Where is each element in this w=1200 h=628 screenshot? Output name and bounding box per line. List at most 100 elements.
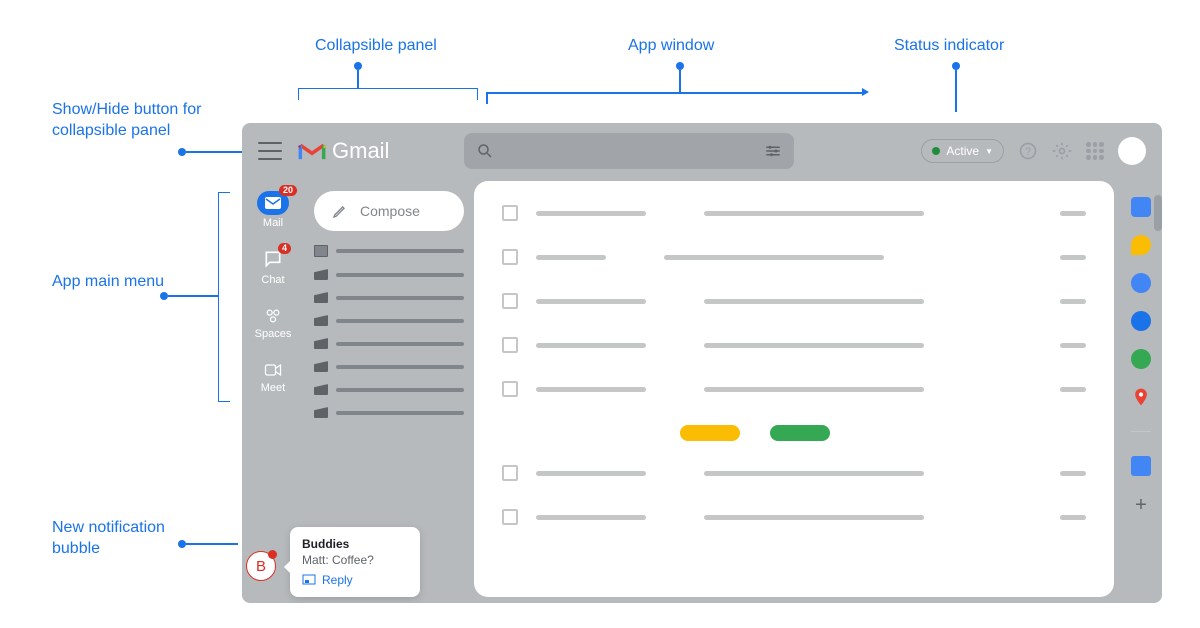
chat-badge: 4 bbox=[278, 243, 291, 254]
folder-inbox[interactable] bbox=[314, 245, 464, 257]
menu-meet[interactable]: Meet bbox=[261, 360, 285, 394]
divider bbox=[1131, 431, 1151, 432]
menu-chat[interactable]: 4 Chat bbox=[261, 249, 284, 286]
annotation-line bbox=[486, 92, 866, 94]
placeholder-line bbox=[536, 515, 646, 520]
folder-item[interactable] bbox=[314, 292, 464, 303]
folder-item[interactable] bbox=[314, 338, 464, 349]
folder-item[interactable] bbox=[314, 384, 464, 395]
addon-icon[interactable] bbox=[1131, 456, 1151, 476]
placeholder-line bbox=[704, 299, 924, 304]
label-icon bbox=[314, 407, 328, 418]
scrollbar[interactable] bbox=[1154, 195, 1162, 231]
label-chip[interactable] bbox=[770, 425, 830, 441]
logo[interactable]: Gmail bbox=[298, 138, 428, 164]
compose-button[interactable]: Compose bbox=[314, 191, 464, 231]
annotation-line bbox=[357, 70, 359, 88]
search-input[interactable] bbox=[464, 133, 794, 169]
avatar[interactable] bbox=[1118, 137, 1146, 165]
hamburger-icon[interactable] bbox=[258, 142, 282, 160]
mail-row[interactable] bbox=[502, 381, 1086, 397]
checkbox[interactable] bbox=[502, 205, 518, 221]
placeholder-line bbox=[336, 273, 464, 277]
help-icon[interactable]: ? bbox=[1018, 141, 1038, 161]
mail-row[interactable] bbox=[502, 337, 1086, 353]
apps-grid-icon[interactable] bbox=[1086, 142, 1104, 160]
status-indicator[interactable]: Active ▼ bbox=[921, 139, 1004, 163]
placeholder-line bbox=[536, 343, 646, 348]
annotation-line bbox=[955, 70, 957, 112]
chevron-down-icon: ▼ bbox=[985, 147, 993, 156]
chat-icon: 4 bbox=[263, 249, 283, 272]
voice-icon[interactable] bbox=[1131, 349, 1151, 369]
body: 20 Mail 4 Chat Spaces Meet B bbox=[242, 179, 1162, 603]
app-window: Gmail Active ▼ ? 20 Ma bbox=[242, 123, 1162, 603]
tasks-icon[interactable] bbox=[1131, 273, 1151, 293]
placeholder-line bbox=[536, 387, 646, 392]
placeholder-line bbox=[336, 365, 464, 369]
maps-icon[interactable] bbox=[1131, 387, 1151, 407]
annotation-collapsible: Collapsible panel bbox=[315, 36, 437, 57]
annotation-notif: New notification bubble bbox=[52, 518, 182, 560]
folder-item[interactable] bbox=[314, 361, 464, 372]
notification-dot-icon bbox=[268, 550, 277, 559]
annotation-mainmenu: App main menu bbox=[52, 272, 172, 293]
contacts-icon[interactable] bbox=[1131, 311, 1151, 331]
keep-icon[interactable] bbox=[1131, 235, 1151, 255]
placeholder-line bbox=[336, 319, 464, 323]
mail-row[interactable] bbox=[502, 249, 1086, 265]
label-chip[interactable] bbox=[680, 425, 740, 441]
mail-row[interactable] bbox=[502, 465, 1086, 481]
mail-row[interactable] bbox=[502, 205, 1086, 221]
avatar-initial: B bbox=[256, 558, 266, 575]
folder-item[interactable] bbox=[314, 407, 464, 418]
placeholder-line bbox=[336, 296, 464, 300]
menu-label: Meet bbox=[261, 382, 285, 394]
placeholder-line bbox=[664, 255, 884, 260]
checkbox[interactable] bbox=[502, 293, 518, 309]
search-icon bbox=[476, 142, 494, 160]
annotation-status: Status indicator bbox=[894, 36, 1004, 57]
menu-label: Mail bbox=[263, 217, 283, 229]
annotation-bracket bbox=[218, 192, 230, 402]
placeholder-line bbox=[536, 211, 646, 216]
annotation-line bbox=[186, 543, 238, 545]
placeholder-line bbox=[536, 299, 646, 304]
meet-icon bbox=[263, 360, 283, 380]
gear-icon[interactable] bbox=[1052, 141, 1072, 161]
annotation-dot bbox=[354, 62, 362, 70]
spaces-icon bbox=[263, 306, 283, 326]
label-icon bbox=[314, 315, 328, 326]
placeholder-line bbox=[704, 343, 924, 348]
menu-mail[interactable]: 20 Mail bbox=[257, 191, 289, 229]
checkbox[interactable] bbox=[502, 337, 518, 353]
add-icon[interactable]: + bbox=[1135, 494, 1147, 517]
annotation-bracket bbox=[298, 88, 478, 100]
mail-row[interactable] bbox=[502, 293, 1086, 309]
folder-item[interactable] bbox=[314, 315, 464, 326]
app-main-menu: 20 Mail 4 Chat Spaces Meet B bbox=[242, 179, 304, 603]
status-label: Active bbox=[946, 144, 979, 158]
checkbox[interactable] bbox=[502, 465, 518, 481]
checkbox[interactable] bbox=[502, 249, 518, 265]
svg-text:?: ? bbox=[1025, 146, 1031, 158]
checkbox[interactable] bbox=[502, 381, 518, 397]
side-panel: + bbox=[1120, 179, 1162, 603]
placeholder-line bbox=[336, 249, 464, 253]
mail-badge: 20 bbox=[279, 185, 297, 196]
annotation-appwindow: App window bbox=[628, 36, 714, 57]
checkbox[interactable] bbox=[502, 509, 518, 525]
tune-icon[interactable] bbox=[764, 142, 782, 160]
notification-avatar[interactable]: B bbox=[246, 551, 276, 581]
placeholder-line bbox=[1060, 471, 1086, 476]
placeholder-line bbox=[1060, 387, 1086, 392]
calendar-icon[interactable] bbox=[1131, 197, 1151, 217]
menu-spaces[interactable]: Spaces bbox=[255, 306, 292, 340]
header: Gmail Active ▼ ? bbox=[242, 123, 1162, 179]
folder-item[interactable] bbox=[314, 269, 464, 280]
annotation-line bbox=[679, 70, 681, 92]
compose-label: Compose bbox=[360, 203, 420, 219]
mail-row[interactable] bbox=[502, 509, 1086, 525]
menu-label: Chat bbox=[261, 274, 284, 286]
placeholder-line bbox=[536, 255, 606, 260]
